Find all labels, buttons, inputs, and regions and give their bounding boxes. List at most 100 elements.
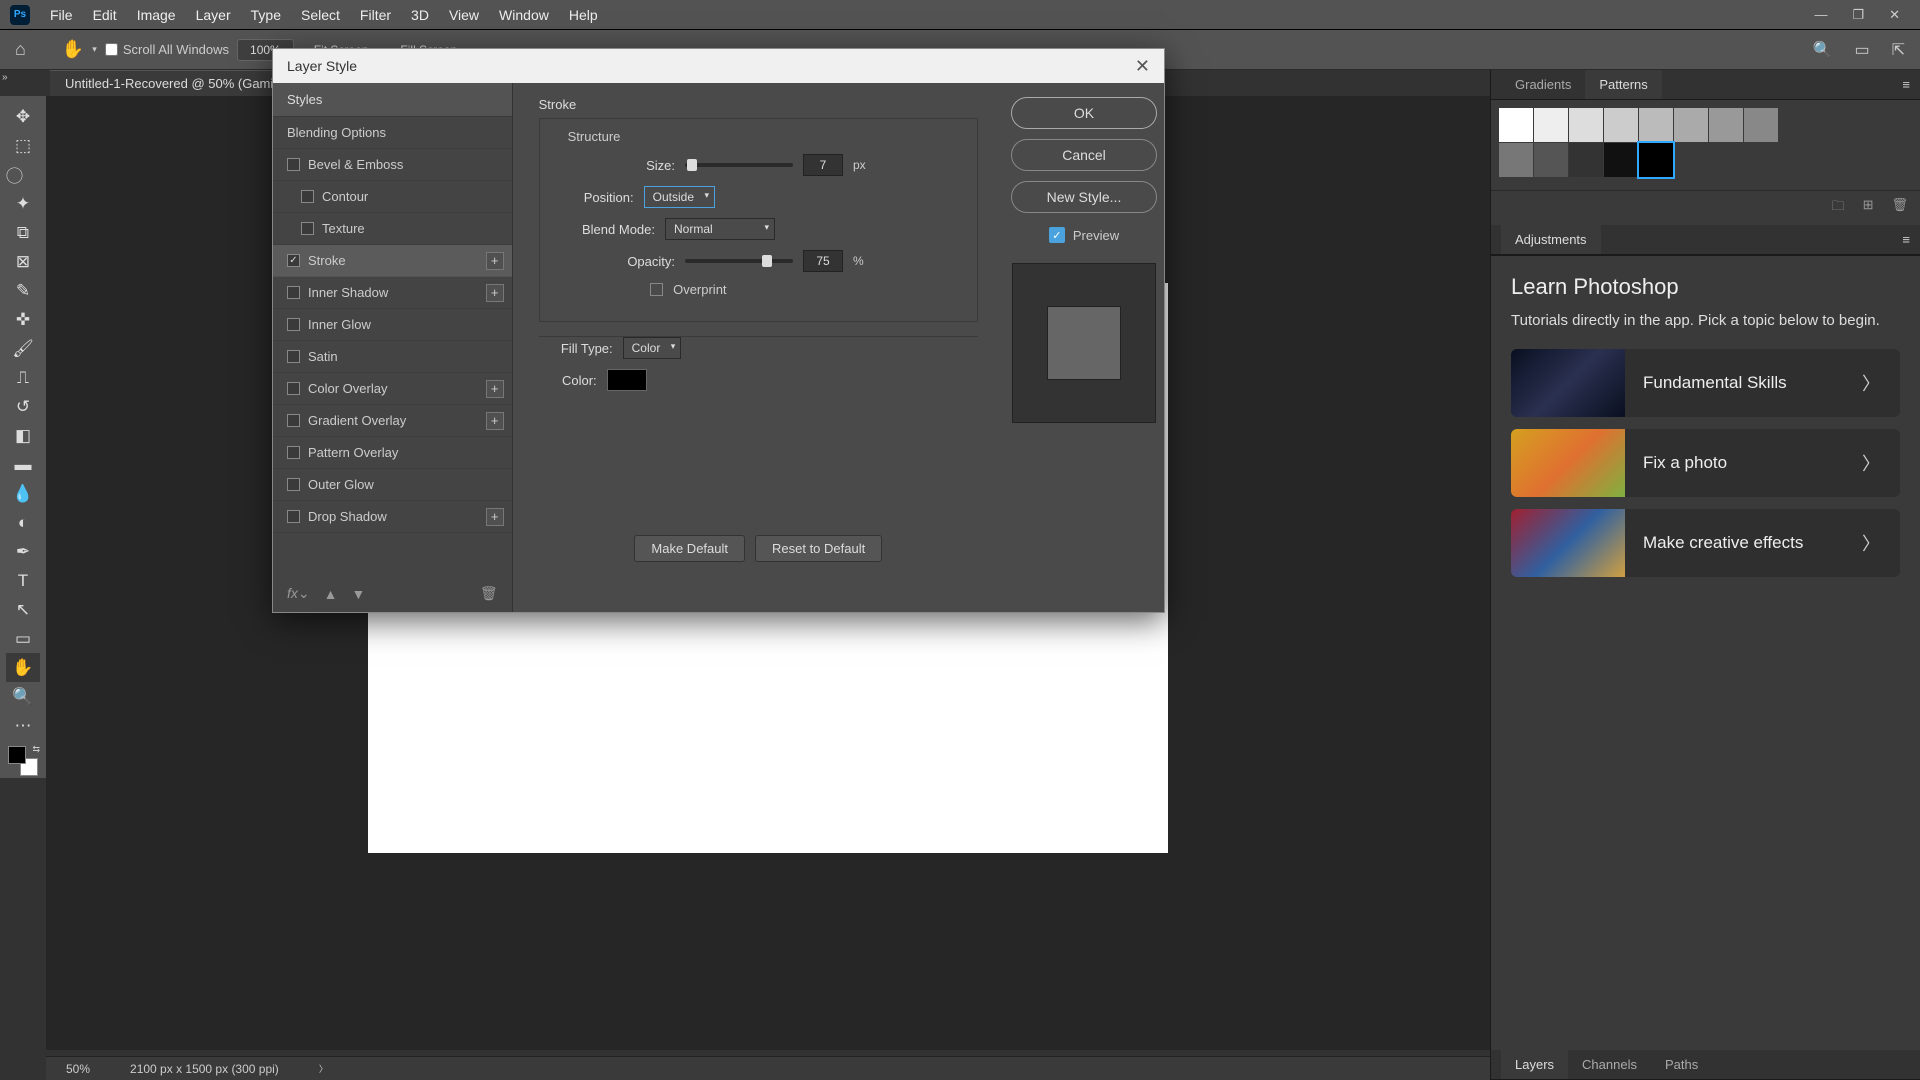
foreground-color[interactable] <box>8 746 26 764</box>
blending-options-item[interactable]: Blending Options <box>273 117 512 149</box>
menu-3d[interactable]: 3D <box>401 7 439 23</box>
window-minimize-icon[interactable]: — <box>1814 7 1827 23</box>
satin-item[interactable]: Satin <box>273 341 512 373</box>
swatch[interactable] <box>1569 143 1603 177</box>
add-effect-icon[interactable]: + <box>486 412 504 430</box>
clone-stamp-tool[interactable]: ⎍ <box>6 363 40 392</box>
zoom-tool[interactable]: 🔍 <box>6 682 40 711</box>
add-effect-icon[interactable]: + <box>486 284 504 302</box>
adjustments-tab[interactable]: Adjustments <box>1501 225 1601 254</box>
add-stroke-icon[interactable]: + <box>486 252 504 270</box>
document-tab[interactable]: Untitled-1-Recovered @ 50% (Gami... <box>50 70 299 96</box>
rect-marquee-tool[interactable]: ⬚ <box>6 131 40 160</box>
window-close-icon[interactable]: ✕ <box>1889 7 1900 23</box>
zoom-level[interactable]: 50% <box>66 1062 90 1076</box>
inner-shadow-item[interactable]: Inner Shadow+ <box>273 277 512 309</box>
menu-image[interactable]: Image <box>127 7 186 23</box>
rectangle-shape-tool[interactable]: ▭ <box>6 624 40 653</box>
swatch[interactable] <box>1674 108 1708 142</box>
type-tool[interactable]: T <box>6 566 40 595</box>
status-menu-icon[interactable]: 〉 <box>319 1062 328 1075</box>
pattern-overlay-item[interactable]: Pattern Overlay <box>273 437 512 469</box>
dodge-tool[interactable]: ◐ <box>6 508 40 537</box>
new-item-icon[interactable]: ⊞ <box>1863 197 1874 219</box>
gradient-overlay-item[interactable]: Gradient Overlay+ <box>273 405 512 437</box>
hand-tool-icon[interactable]: ✋ <box>62 39 84 60</box>
home-icon[interactable]: ⌂ <box>15 39 26 60</box>
opacity-input[interactable] <box>803 250 843 272</box>
swatch[interactable] <box>1744 108 1778 142</box>
healing-brush-tool[interactable]: ✜ <box>6 305 40 334</box>
learn-card-fundamental[interactable]: Fundamental Skills 〉 <box>1511 349 1900 417</box>
menu-edit[interactable]: Edit <box>83 7 127 23</box>
pen-tool[interactable]: ✒ <box>6 537 40 566</box>
menu-file[interactable]: File <box>40 7 83 23</box>
lasso-tool[interactable]: ⃝ <box>6 160 40 189</box>
menu-view[interactable]: View <box>439 7 489 23</box>
new-style-button[interactable]: New Style... <box>1011 181 1157 213</box>
ok-button[interactable]: OK <box>1011 97 1157 129</box>
blur-tool[interactable]: 💧 <box>6 479 40 508</box>
collapse-panels-left-icon[interactable]: » <box>2 72 8 83</box>
menu-layer[interactable]: Layer <box>186 7 241 23</box>
dialog-titlebar[interactable]: Layer Style ✕ <box>273 49 1164 83</box>
move-up-icon[interactable]: ▲ <box>324 586 338 602</box>
swatch[interactable] <box>1534 143 1568 177</box>
fx-menu-icon[interactable]: fx⌄ <box>287 585 310 602</box>
preview-checkbox[interactable]: ✓ <box>1049 227 1065 243</box>
close-icon[interactable]: ✕ <box>1135 56 1150 77</box>
swatch[interactable] <box>1569 108 1603 142</box>
stroke-item[interactable]: Stroke+ <box>273 245 512 277</box>
opacity-slider[interactable] <box>685 259 793 263</box>
size-slider[interactable] <box>685 163 793 167</box>
document-dimensions[interactable]: 2100 px x 1500 px (300 ppi) <box>130 1062 279 1076</box>
swap-colors-icon[interactable]: ⇆ <box>32 744 40 755</box>
swatch-selected[interactable] <box>1639 143 1673 177</box>
patterns-tab[interactable]: Patterns <box>1585 70 1661 99</box>
path-select-tool[interactable]: ↖ <box>6 595 40 624</box>
learn-card-fix-photo[interactable]: Fix a photo 〉 <box>1511 429 1900 497</box>
hand-tool[interactable]: ✋ <box>6 653 40 682</box>
position-select[interactable]: Outside <box>644 186 715 208</box>
reset-default-button[interactable]: Reset to Default <box>755 535 882 562</box>
search-icon[interactable]: 🔍 <box>1813 40 1833 60</box>
folder-icon[interactable]: 🗀 <box>1832 197 1845 219</box>
stroke-color-swatch[interactable] <box>607 369 647 391</box>
swatch[interactable] <box>1499 143 1533 177</box>
swatch[interactable] <box>1499 108 1533 142</box>
move-down-icon[interactable]: ▼ <box>351 586 365 602</box>
swatch[interactable] <box>1709 108 1743 142</box>
move-tool[interactable]: ✥ <box>6 102 40 131</box>
layers-tab[interactable]: Layers <box>1501 1050 1568 1079</box>
menu-type[interactable]: Type <box>241 7 291 23</box>
history-brush-tool[interactable]: ↺ <box>6 392 40 421</box>
brush-tool[interactable]: 🖌 <box>6 334 40 363</box>
frame-tool[interactable]: ⊠ <box>6 247 40 276</box>
color-overlay-item[interactable]: Color Overlay+ <box>273 373 512 405</box>
contour-item[interactable]: Contour <box>273 181 512 213</box>
crop-tool[interactable]: ⧉ <box>6 218 40 247</box>
make-default-button[interactable]: Make Default <box>634 535 745 562</box>
eraser-tool[interactable]: ◧ <box>6 421 40 450</box>
fill-type-select[interactable]: Color <box>623 337 682 359</box>
drop-shadow-item[interactable]: Drop Shadow+ <box>273 501 512 533</box>
delete-effect-icon[interactable]: 🗑 <box>480 585 498 602</box>
quick-select-tool[interactable]: ✦ <box>6 189 40 218</box>
add-effect-icon[interactable]: + <box>486 380 504 398</box>
panel-menu-icon[interactable]: ≡ <box>1892 70 1920 99</box>
cancel-button[interactable]: Cancel <box>1011 139 1157 171</box>
swatch[interactable] <box>1534 108 1568 142</box>
bevel-emboss-item[interactable]: Bevel & Emboss <box>273 149 512 181</box>
swatch[interactable] <box>1639 108 1673 142</box>
swatch[interactable] <box>1604 108 1638 142</box>
gradient-tool[interactable]: ▬ <box>6 450 40 479</box>
outer-glow-item[interactable]: Outer Glow <box>273 469 512 501</box>
scroll-all-windows-checkbox[interactable]: Scroll All Windows <box>105 42 229 57</box>
channels-tab[interactable]: Channels <box>1568 1050 1651 1079</box>
menu-help[interactable]: Help <box>559 7 608 23</box>
gradients-tab[interactable]: Gradients <box>1501 70 1585 99</box>
edit-toolbar[interactable]: ⋯ <box>6 711 40 740</box>
menu-filter[interactable]: Filter <box>350 7 401 23</box>
workspace-icon[interactable]: ▭ <box>1854 40 1869 60</box>
panel-menu-icon[interactable]: ≡ <box>1892 225 1920 254</box>
